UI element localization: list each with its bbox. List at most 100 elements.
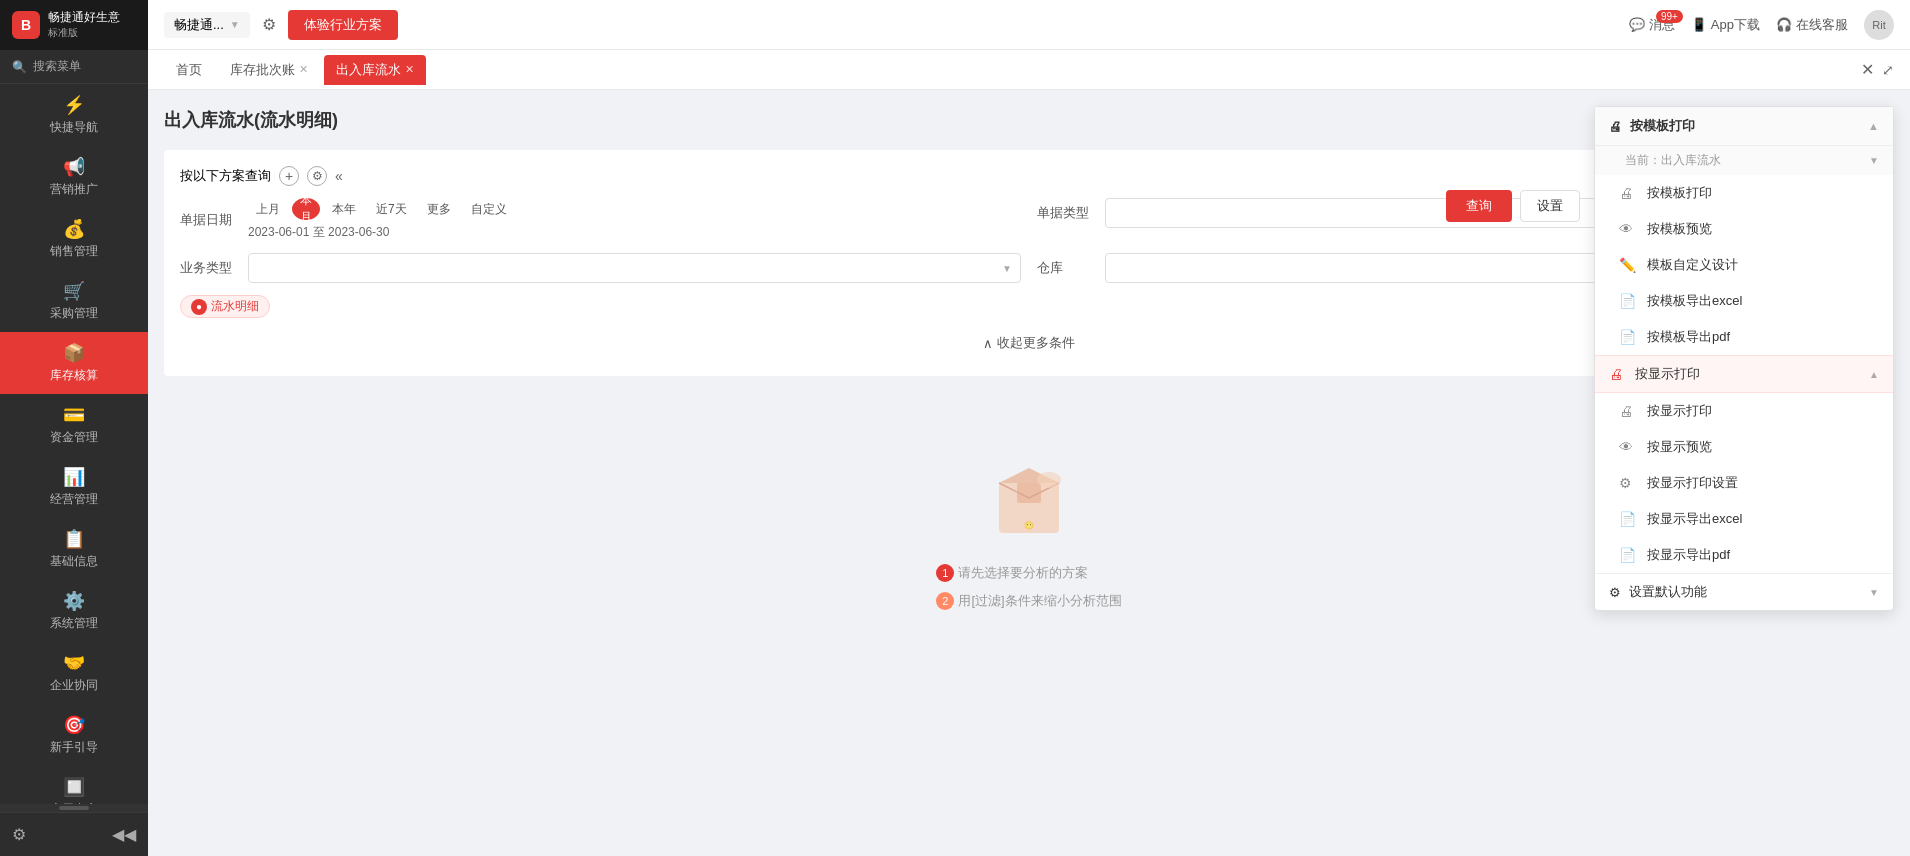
sidebar-item-basic[interactable]: 📋 基础信息 xyxy=(0,518,148,580)
tab-batch-account[interactable]: 库存批次账 ✕ xyxy=(218,55,320,85)
sidebar-item-appcenter[interactable]: 🔲 应用中心 xyxy=(0,766,148,804)
sidebar-item-label: 资金管理 xyxy=(50,429,98,446)
date-opt-7days[interactable]: 近7天 xyxy=(368,199,415,220)
date-opt-last-month[interactable]: 上月 xyxy=(248,199,288,220)
sidebar: B 畅捷通好生意 标准版 🔍 搜索菜单 ⚡ 快捷导航 📢 营销推广 💰 销售管理… xyxy=(0,0,148,856)
dropdown-footer-arrow: ▼ xyxy=(1869,587,1879,598)
user-dropdown-icon: ▼ xyxy=(230,19,240,30)
tab-inventory-flow-close[interactable]: ✕ xyxy=(405,63,414,76)
query-btn[interactable]: 查询 xyxy=(1446,190,1512,222)
dropdown-item-template-preview[interactable]: 👁 按模板预览 xyxy=(1595,211,1893,247)
user-area[interactable]: 畅捷通... ▼ xyxy=(164,12,250,38)
dropdown-header-label: 按模板打印 xyxy=(1630,117,1695,135)
app-download-label: App下载 xyxy=(1711,16,1760,34)
filter-settings-btn[interactable]: ⚙ xyxy=(307,166,327,186)
dropdown-item-label: 按显示导出excel xyxy=(1647,510,1742,528)
business-type-select[interactable]: ▼ xyxy=(248,253,1021,283)
sidebar-item-quick-nav[interactable]: ⚡ 快捷导航 xyxy=(0,84,148,146)
set-btn[interactable]: 设置 xyxy=(1520,190,1580,222)
sidebar-item-system[interactable]: ⚙️ 系统管理 xyxy=(0,580,148,642)
tabs-right-actions: ✕ ⤢ xyxy=(1861,60,1894,79)
dropdown-item-display-excel[interactable]: 📄 按显示导出excel xyxy=(1595,501,1893,537)
sidebar-item-marketing[interactable]: 📢 营销推广 xyxy=(0,146,148,208)
sidebar-item-operation[interactable]: 📊 经营管理 xyxy=(0,456,148,518)
logo-icon: B xyxy=(12,11,40,39)
filter-tag-icon: ● xyxy=(191,299,207,315)
main-area: 畅捷通... ▼ ⚙ 体验行业方案 💬 消息 99+ 📱 App下载 🎧 在线客… xyxy=(148,0,1910,856)
date-opt-more[interactable]: 更多 xyxy=(419,199,459,220)
tabs-bar: 首页 库存批次账 ✕ 出入库流水 ✕ ✕ ⤢ xyxy=(148,50,1910,90)
dropdown-item-display-print[interactable]: 🖨 按显示打印 xyxy=(1595,393,1893,429)
dropdown-header[interactable]: 🖨 按模板打印 ▲ xyxy=(1595,107,1893,146)
dropdown-item-label: 按模板导出pdf xyxy=(1647,328,1730,346)
avatar-text: Rit xyxy=(1872,19,1885,31)
dropdown-item-label: 按显示导出pdf xyxy=(1647,546,1730,564)
notification-area[interactable]: 💬 消息 99+ xyxy=(1629,16,1675,34)
sidebar-item-finance[interactable]: 💳 资金管理 xyxy=(0,394,148,456)
phone-icon: 📱 xyxy=(1691,17,1707,32)
industry-btn[interactable]: 体验行业方案 xyxy=(288,10,398,40)
filter-collapse-btn[interactable]: « xyxy=(335,168,343,184)
date-opt-this-month[interactable]: 本月 xyxy=(292,198,320,220)
topbar-left: 畅捷通... ▼ ⚙ 体验行业方案 xyxy=(164,10,1629,40)
service-area[interactable]: 🎧 在线客服 xyxy=(1776,16,1848,34)
dropdown-current-arrow: ▼ xyxy=(1869,155,1879,166)
sidebar-item-inventory[interactable]: 📦 库存核算 xyxy=(0,332,148,394)
dropdown-item-display-pdf[interactable]: 📄 按显示导出pdf xyxy=(1595,537,1893,573)
sidebar-item-purchase[interactable]: 🛒 采购管理 xyxy=(0,270,148,332)
sidebar-item-label: 新手引导 xyxy=(50,739,98,756)
tab-home[interactable]: 首页 xyxy=(164,55,214,85)
sidebar-item-label: 基础信息 xyxy=(50,553,98,570)
settings-icon[interactable]: ⚙ xyxy=(12,825,26,844)
dropdown-item-pencil-icon: ✏️ xyxy=(1619,257,1637,273)
sidebar-search[interactable]: 🔍 搜索菜单 xyxy=(0,50,148,84)
dropdown-item-template-excel[interactable]: 📄 按模板导出excel xyxy=(1595,283,1893,319)
step1-num: 1 xyxy=(936,564,954,582)
sidebar-item-label: 企业协同 xyxy=(50,677,98,694)
date-opt-this-year[interactable]: 本年 xyxy=(324,199,364,220)
dropdown-footer-gear-icon: ⚙ xyxy=(1609,585,1621,600)
marketing-icon: 📢 xyxy=(63,156,85,178)
collapse-arrow-icon: ∧ xyxy=(983,336,993,351)
tabs-close-btn[interactable]: ✕ xyxy=(1861,60,1874,79)
dropdown-item-display-settings[interactable]: ⚙ 按显示打印设置 xyxy=(1595,465,1893,501)
avatar[interactable]: Rit xyxy=(1864,10,1894,40)
topbar: 畅捷通... ▼ ⚙ 体验行业方案 💬 消息 99+ 📱 App下载 🎧 在线客… xyxy=(148,0,1910,50)
dropdown-footer-settings[interactable]: ⚙ 设置默认功能 ▼ xyxy=(1595,574,1893,610)
collapse-sidebar-icon[interactable]: ◀◀ xyxy=(112,825,136,844)
notification-icon: 💬 xyxy=(1629,17,1645,32)
filter-add-btn[interactable]: + xyxy=(279,166,299,186)
sidebar-item-sales[interactable]: 💰 销售管理 xyxy=(0,208,148,270)
system-icon: ⚙️ xyxy=(63,590,85,612)
dropdown-item-template-pdf[interactable]: 📄 按模板导出pdf xyxy=(1595,319,1893,355)
topbar-gear-icon[interactable]: ⚙ xyxy=(258,11,280,38)
dropdown-current: 当前：出入库流水 ▼ xyxy=(1595,146,1893,175)
sidebar-item-label: 系统管理 xyxy=(50,615,98,632)
app-download-area[interactable]: 📱 App下载 xyxy=(1691,16,1760,34)
logo-sub: 标准版 xyxy=(48,26,120,40)
tab-batch-account-close[interactable]: ✕ xyxy=(299,63,308,76)
tab-inventory-flow[interactable]: 出入库流水 ✕ xyxy=(324,55,426,85)
tabs-maximize-btn[interactable]: ⤢ xyxy=(1882,62,1894,78)
dropdown-item-display-preview[interactable]: 👁 按显示预览 xyxy=(1595,429,1893,465)
sidebar-item-label: 库存核算 xyxy=(50,367,98,384)
sidebar-item-label: 营销推广 xyxy=(50,181,98,198)
dropdown-item-template-custom[interactable]: ✏️ 模板自定义设计 xyxy=(1595,247,1893,283)
filter-label: 按以下方案查询 xyxy=(180,167,271,185)
sidebar-item-guide[interactable]: 🎯 新手引导 xyxy=(0,704,148,766)
date-field-label: 单据日期 xyxy=(180,211,240,229)
sidebar-item-cooperation[interactable]: 🤝 企业协同 xyxy=(0,642,148,704)
collapse-more-label: 收起更多条件 xyxy=(997,334,1075,352)
dropdown-item-printer-icon: 🖨 xyxy=(1619,185,1637,201)
page-content: 出入库流水(流水明细) 🖨 按模板打印 ▲ ↑ 导出 ↺ 刷新 xyxy=(148,90,1910,856)
dropdown-item-template-print[interactable]: 🖨 按模板打印 xyxy=(1595,175,1893,211)
date-opt-custom[interactable]: 自定义 xyxy=(463,199,515,220)
business-type-label: 业务类型 xyxy=(180,259,240,277)
sidebar-nav: ⚡ 快捷导航 📢 营销推广 💰 销售管理 🛒 采购管理 📦 库存核算 💳 资金管… xyxy=(0,84,148,804)
date-options-row: 上月 本月 本年 近7天 更多 自定义 xyxy=(248,198,515,220)
dropdown-item-pdf-icon: 📄 xyxy=(1619,329,1637,345)
sidebar-item-label: 经营管理 xyxy=(50,491,98,508)
dropdown-display-section-header[interactable]: 🖨 按显示打印 ▲ xyxy=(1595,355,1893,393)
sidebar-item-label: 采购管理 xyxy=(50,305,98,322)
dropdown-item-label: 模板自定义设计 xyxy=(1647,256,1738,274)
